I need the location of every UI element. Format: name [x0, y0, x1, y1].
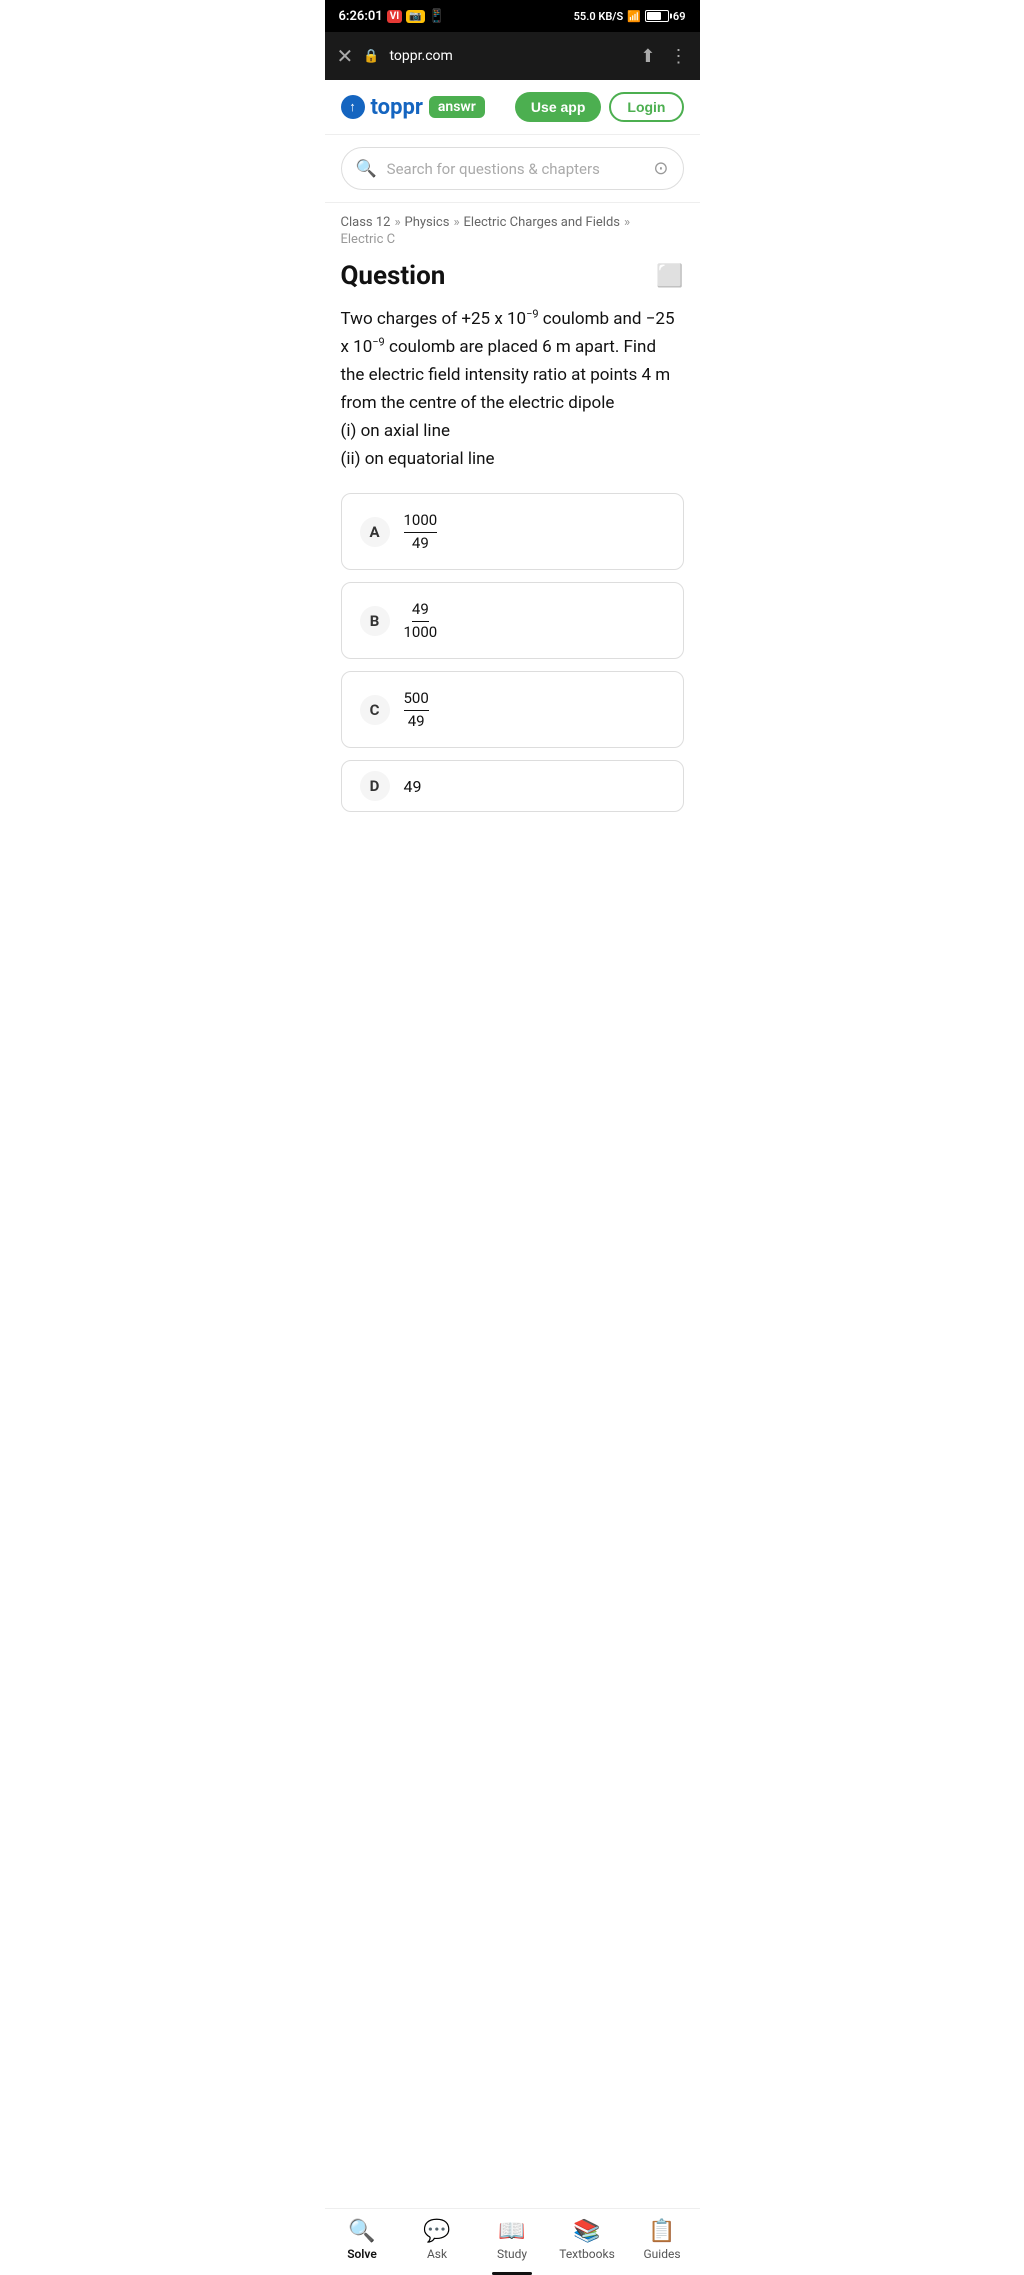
textbooks-icon: 📚	[573, 2219, 600, 2244]
battery-percent: 69	[673, 10, 686, 23]
browser-url[interactable]: toppr.com	[389, 48, 630, 64]
study-label: Study	[497, 2247, 527, 2261]
status-badge-vi: VI	[387, 10, 402, 23]
fraction-c-num: 500	[404, 689, 429, 711]
breadcrumb-chapter[interactable]: Electric Charges and Fields	[464, 215, 620, 230]
logo-text: toppr	[371, 95, 423, 120]
status-time: 6:26:01	[339, 9, 383, 24]
search-placeholder[interactable]: Search for questions & chapters	[387, 160, 644, 178]
option-a[interactable]: A 1000 49	[341, 493, 684, 570]
more-icon[interactable]: ⋮	[670, 46, 688, 67]
nav-ask[interactable]: 💬 Ask	[407, 2219, 467, 2261]
login-button[interactable]: Login	[609, 92, 683, 122]
fraction-c-den: 49	[408, 711, 425, 732]
option-a-value: 1000 49	[404, 510, 438, 553]
nav-study[interactable]: 📖 Study	[482, 2219, 542, 2261]
browser-bar: ✕ 🔒 toppr.com ⬆ ⋮	[325, 32, 700, 80]
options-list: A 1000 49 B 49 1000 C	[341, 493, 684, 824]
guides-label: Guides	[643, 2247, 680, 2261]
battery-fill	[647, 12, 661, 20]
solve-icon: 🔍	[348, 2219, 375, 2244]
breadcrumb-sep-2: »	[453, 215, 459, 230]
option-c[interactable]: C 500 49	[341, 671, 684, 748]
search-icon: 🔍	[356, 159, 377, 179]
question-header: Question ⬜	[341, 261, 684, 291]
status-icon: 📱	[429, 9, 445, 24]
nav-solve[interactable]: 🔍 Solve	[332, 2219, 392, 2261]
option-d-text: 49	[404, 777, 422, 796]
breadcrumb-topic: Electric C	[341, 232, 396, 247]
answr-badge[interactable]: answr	[429, 96, 485, 118]
network-speed: 55.0 KB/S	[574, 10, 624, 23]
option-b-label: B	[360, 606, 390, 636]
fraction-b-num: 49	[412, 600, 429, 622]
close-icon[interactable]: ✕	[337, 44, 354, 68]
nav-guides[interactable]: 📋 Guides	[632, 2219, 692, 2261]
signal-indicator: 📶	[627, 10, 641, 23]
breadcrumb-sep-3: »	[624, 215, 630, 230]
share-icon[interactable]: ⬆	[640, 46, 655, 67]
breadcrumb-physics[interactable]: Physics	[405, 215, 450, 230]
option-c-value: 500 49	[404, 688, 429, 731]
camera-icon[interactable]: ⊙	[653, 158, 668, 179]
lock-icon: 🔒	[363, 49, 379, 64]
option-d-label: D	[360, 771, 390, 801]
breadcrumb-sep-1: »	[394, 215, 400, 230]
status-left: 6:26:01 VI 📷 📱	[339, 9, 445, 24]
guides-icon: 📋	[648, 2219, 675, 2244]
study-icon: 📖	[498, 2219, 525, 2244]
content-area: Question ⬜ Two charges of +25 x 10−9 cou…	[325, 251, 700, 824]
ask-icon: 💬	[423, 2219, 450, 2244]
option-d[interactable]: D 49	[341, 760, 684, 812]
breadcrumb-class[interactable]: Class 12	[341, 215, 391, 230]
option-b-value: 49 1000	[404, 599, 438, 642]
bottom-nav: 🔍 Solve 💬 Ask 📖 Study 📚 Textbooks 📋 Guid…	[325, 2208, 700, 2275]
option-c-label: C	[360, 695, 390, 725]
logo-area: ↑ toppr answr	[341, 95, 485, 120]
question-text: Two charges of +25 x 10−9 coulomb and −2…	[341, 305, 684, 473]
fraction-b: 49 1000	[404, 600, 438, 642]
battery-indicator	[645, 10, 669, 22]
search-bar-wrapper: 🔍 Search for questions & chapters ⊙	[325, 135, 700, 203]
solve-label: Solve	[347, 2247, 377, 2261]
browser-actions: ⬆ ⋮	[640, 46, 687, 67]
fraction-b-den: 1000	[404, 622, 438, 643]
option-a-label: A	[360, 517, 390, 547]
status-bar: 6:26:01 VI 📷 📱 55.0 KB/S 📶 69	[325, 0, 700, 32]
question-title: Question	[341, 261, 446, 291]
textbooks-label: Textbooks	[559, 2247, 615, 2261]
fraction-a: 1000 49	[404, 511, 438, 553]
option-b[interactable]: B 49 1000	[341, 582, 684, 659]
status-right: 55.0 KB/S 📶 69	[574, 10, 686, 23]
ask-label: Ask	[427, 2247, 447, 2261]
option-d-value: 49	[404, 777, 422, 796]
search-bar[interactable]: 🔍 Search for questions & chapters ⊙	[341, 147, 684, 190]
fraction-a-den: 49	[412, 533, 429, 554]
status-badge-yellow: 📷	[406, 10, 424, 23]
header-buttons: Use app Login	[515, 92, 684, 122]
nav-textbooks[interactable]: 📚 Textbooks	[557, 2219, 617, 2261]
page-content: ↑ toppr answr Use app Login 🔍 Search for…	[325, 80, 700, 904]
use-app-button[interactable]: Use app	[515, 92, 601, 122]
breadcrumb: Class 12 » Physics » Electric Charges an…	[325, 203, 700, 251]
bookmark-icon[interactable]: ⬜	[656, 264, 683, 289]
toppr-logo-icon: ↑	[341, 95, 365, 119]
app-header: ↑ toppr answr Use app Login	[325, 80, 700, 135]
fraction-c: 500 49	[404, 689, 429, 731]
fraction-a-num: 1000	[404, 511, 438, 533]
